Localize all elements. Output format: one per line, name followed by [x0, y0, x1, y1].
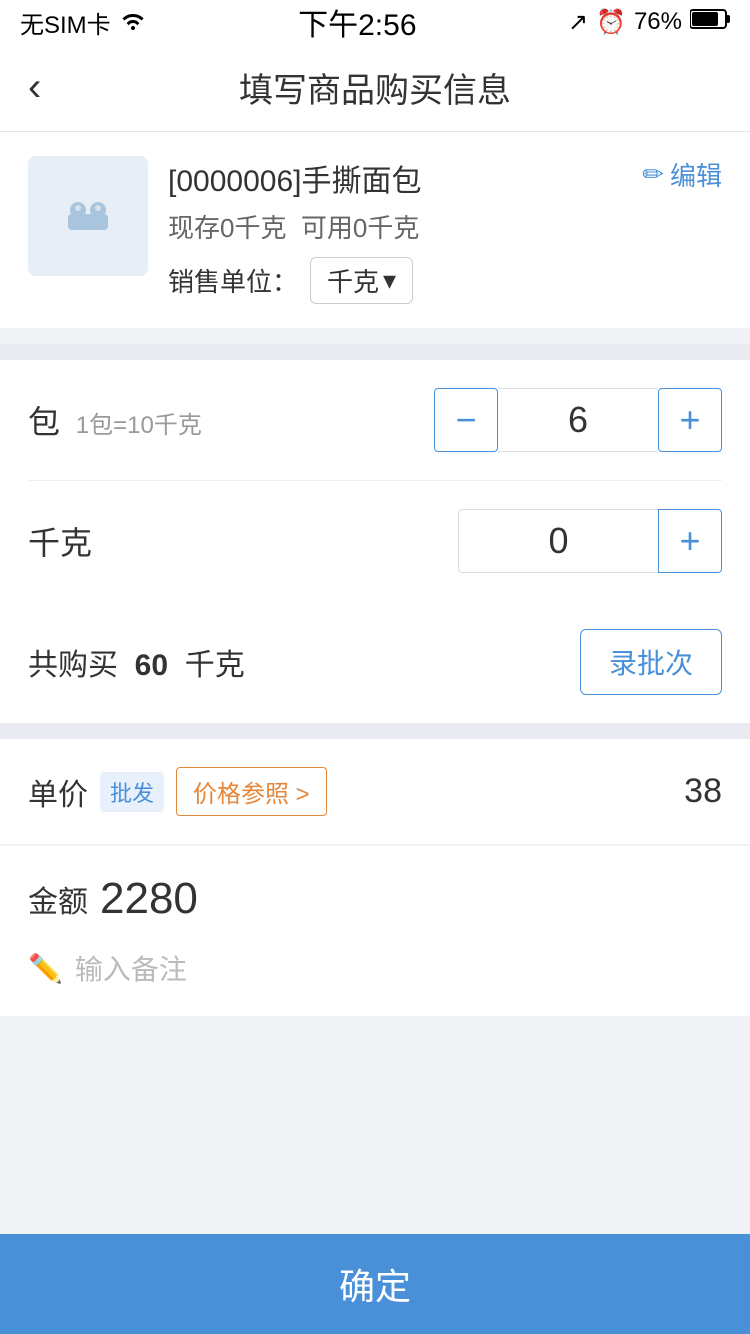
- price-row: 单价 批发 价格参照 > 38: [0, 739, 750, 844]
- status-time: 下午2:56: [298, 0, 416, 44]
- package-sublabel: 1包=10千克: [76, 412, 202, 439]
- kilo-stepper: +: [458, 509, 722, 573]
- unit-label: 销售单位：: [168, 262, 298, 299]
- amount-row: 金额 2280: [28, 874, 722, 924]
- batch-tag: 批发: [100, 772, 164, 812]
- kilo-increment-button[interactable]: +: [658, 509, 722, 573]
- product-thumbnail: [28, 156, 148, 276]
- location-icon: ↗: [568, 8, 588, 37]
- price-section: 单价 批发 价格参照 > 38: [0, 739, 750, 844]
- carrier-text: 无SIM卡: [20, 5, 111, 40]
- note-row[interactable]: ✏️ 输入备注: [28, 940, 722, 988]
- price-value: 38: [684, 772, 722, 811]
- pencil-icon: ✏️: [28, 952, 63, 985]
- amount-label: 金额: [28, 877, 88, 921]
- kilo-row: 千克 +: [28, 481, 722, 601]
- confirm-label: 确定: [339, 1258, 411, 1310]
- battery-text: 76%: [634, 8, 682, 36]
- battery-icon: [690, 8, 730, 37]
- edit-button[interactable]: ✏ 编辑: [642, 156, 722, 193]
- page-title: 填写商品购买信息: [239, 63, 511, 112]
- section-divider-1: [0, 344, 750, 360]
- back-button[interactable]: ‹: [28, 65, 41, 110]
- package-label: 包 1包=10千克: [28, 397, 202, 443]
- section-divider-2: [0, 723, 750, 739]
- amount-section: 金额 2280 ✏️ 输入备注: [0, 846, 750, 1016]
- batch-button[interactable]: 录批次: [580, 629, 722, 695]
- product-stock: 现存0千克 可用0千克: [168, 208, 722, 245]
- status-right: ↗ ⏰ 76%: [568, 8, 730, 37]
- kilo-label: 千克: [28, 518, 92, 564]
- total-section: 共购买 60 千克 录批次: [0, 601, 750, 723]
- status-left: 无SIM卡: [20, 5, 147, 40]
- note-placeholder: 输入备注: [75, 948, 187, 988]
- unit-select[interactable]: 千克 ▾: [310, 257, 413, 304]
- package-decrement-button[interactable]: −: [434, 388, 498, 452]
- product-name: [0000006]手撕面包: [168, 156, 722, 200]
- package-stepper: − +: [434, 388, 722, 452]
- price-ref-button[interactable]: 价格参照 >: [176, 767, 327, 816]
- product-info: [0000006]手撕面包 现存0千克 可用0千克 销售单位： 千克 ▾: [168, 156, 722, 304]
- confirm-button[interactable]: 确定: [0, 1234, 750, 1334]
- product-unit-row: 销售单位： 千克 ▾: [168, 257, 722, 304]
- price-label: 单价: [28, 770, 88, 814]
- dropdown-icon: ▾: [383, 265, 396, 296]
- package-row: 包 1包=10千克 − +: [28, 360, 722, 481]
- price-left: 单价 批发 价格参照 >: [28, 767, 327, 816]
- input-section: 包 1包=10千克 − + 千克 +: [0, 360, 750, 601]
- wifi-icon: [119, 8, 147, 37]
- status-bar: 无SIM卡 下午2:56 ↗ ⏰ 76%: [0, 0, 750, 44]
- edit-icon: ✏: [642, 159, 664, 190]
- alarm-icon: ⏰: [596, 8, 626, 37]
- nav-bar: ‹ 填写商品购买信息: [0, 44, 750, 132]
- package-increment-button[interactable]: +: [658, 388, 722, 452]
- kilo-input[interactable]: [458, 509, 658, 573]
- product-card: [0000006]手撕面包 现存0千克 可用0千克 销售单位： 千克 ▾ ✏ 编…: [0, 132, 750, 328]
- total-text: 共购买 60 千克: [28, 640, 245, 684]
- package-input[interactable]: [498, 388, 658, 452]
- amount-value: 2280: [100, 874, 198, 924]
